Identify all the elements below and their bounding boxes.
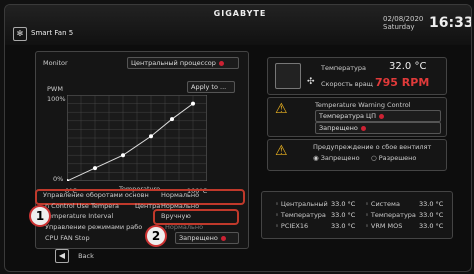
apply-to-button[interactable]: Apply to ... (187, 81, 235, 93)
fan-fail-enabled-label: Разрешено (378, 154, 417, 162)
radio-selected-icon: ◉ (313, 154, 319, 162)
temp-value: 33.0 °C (419, 200, 444, 208)
temp-warning-state-select[interactable]: Запрещено (315, 122, 441, 134)
back-arrow-icon: ◀ (55, 248, 69, 263)
sensor-temp-label: Температура (321, 64, 366, 72)
bios-window: GIGABYTE 02/08/2020 Saturday 16:33 ✻ Sma… (4, 4, 472, 272)
sensor-temp-value: 32.0 °C (389, 61, 427, 72)
brand-logo: GIGABYTE (213, 9, 267, 18)
dropdown-dot-icon (360, 125, 366, 131)
page-title: Smart Fan 5 (31, 29, 74, 37)
fan-stop-select[interactable]: Запрещено (175, 232, 239, 244)
dropdown-dot-icon (220, 235, 226, 241)
temp-row: ◦ Температура (365, 211, 416, 219)
dropdown-dot-icon (378, 113, 384, 119)
temp-label: Центральный (280, 200, 328, 208)
temp-warning-source-select[interactable]: Температура ЦП (315, 110, 441, 122)
temp-value: 33.0 °C (331, 222, 356, 230)
radio-icon: ○ (371, 154, 377, 162)
temp-row: ◦ Центральный (275, 200, 328, 208)
temp-row: ◦ Система (365, 200, 400, 208)
sensor-speed-value: 795 RPM (375, 76, 430, 89)
fan-curve-chart[interactable] (67, 95, 207, 181)
temp-row: ◦ VRM MOS (365, 222, 402, 230)
temp-value: 33.0 °C (419, 211, 444, 219)
monitor-select[interactable]: Центральный процессор (127, 57, 239, 69)
temp-warning-title: Temperature Warning Control (315, 101, 411, 109)
fan-control-value[interactable]: Нормально (161, 191, 199, 199)
fan-fail-disabled-option[interactable]: ◉ Запрещено (313, 154, 360, 162)
fan-stop-label: CPU FAN Stop (45, 234, 90, 242)
fan-control-label: Управление оборотами основн (43, 191, 149, 199)
temp-label: PCIEX16 (280, 222, 309, 230)
temp-row: ◦ Температура (275, 211, 326, 219)
temp-value: 33.0 °C (419, 222, 444, 230)
control-use-label: n Control Use Tempera (45, 202, 119, 210)
temp-interval-value[interactable]: Вручную (161, 212, 191, 220)
temp-warning-source-value: Температура ЦП (319, 112, 376, 120)
fan-curve-point[interactable] (93, 166, 97, 171)
chart-y-bottom-tick: 0% (53, 175, 64, 183)
temp-value: 33.0 °C (331, 200, 356, 208)
temp-row: ◦ PCIEX16 (275, 222, 308, 230)
fan-fail-enabled-option[interactable]: ○ Разрешено (371, 154, 416, 162)
thermometer-icon: ◦ (275, 222, 279, 230)
thermometer-icon: ◦ (365, 211, 369, 219)
chart-ylabel: PWM (47, 85, 63, 93)
fan-icon: ✣ (307, 77, 315, 87)
date-text: 02/08/2020 (383, 15, 424, 23)
back-button[interactable]: ◀ Back (55, 245, 105, 263)
temp-label: Температура (280, 211, 326, 219)
fan-curve-point[interactable] (149, 134, 153, 139)
dropdown-dot-icon (218, 60, 224, 66)
fan-curve-point[interactable] (121, 153, 125, 158)
mode-value[interactable]: Нормально (165, 223, 203, 231)
monitor-label: Monitor (43, 59, 68, 67)
apply-to-label: Apply to ... (191, 83, 227, 91)
temp-interval-label: Temperature Interval (45, 212, 114, 220)
thermometer-icon: ◦ (365, 222, 369, 230)
mode-label: Управление режимами рабо (45, 223, 143, 231)
fan-curve-point[interactable] (191, 101, 195, 106)
step-badge-1: 1 (31, 207, 49, 225)
temp-warning-state-value: Запрещено (319, 124, 358, 132)
temp-value: 33.0 °C (331, 211, 356, 219)
control-use-value[interactable]: Центра (135, 202, 160, 210)
day-text: Saturday (383, 23, 415, 31)
temp-label: Температура (370, 211, 416, 219)
temp-label: Система (370, 200, 400, 208)
warning-icon: ⚠ (275, 101, 288, 117)
fan-fail-disabled-label: Запрещено (320, 154, 360, 162)
fan-stop-value: Запрещено (179, 234, 218, 242)
back-label: Back (78, 251, 94, 260)
step-badge-2: 2 (147, 227, 165, 245)
fan-curve-point[interactable] (170, 117, 174, 122)
clock: 16:33 (429, 15, 472, 31)
thermometer-icon: ◦ (365, 200, 369, 208)
sensor-speed-label: Скорость вращ (321, 80, 373, 88)
cpu-chip-icon (275, 63, 301, 89)
thermometer-icon: ◦ (275, 211, 279, 219)
monitor-select-value: Центральный процессор (131, 59, 216, 67)
fan-tab-icon[interactable]: ✻ (13, 27, 27, 41)
date-display: 02/08/2020 Saturday (383, 15, 423, 31)
fan-warning-icon: ⚠ (275, 143, 288, 159)
control-use-value-2[interactable]: Нормально (161, 202, 199, 210)
thermometer-icon: ◦ (275, 200, 279, 208)
chart-y-top-tick: 100% (47, 95, 66, 103)
temp-label: VRM MOS (370, 222, 403, 230)
fan-fail-title: Предупреждение о сбое вентилят (313, 143, 432, 151)
